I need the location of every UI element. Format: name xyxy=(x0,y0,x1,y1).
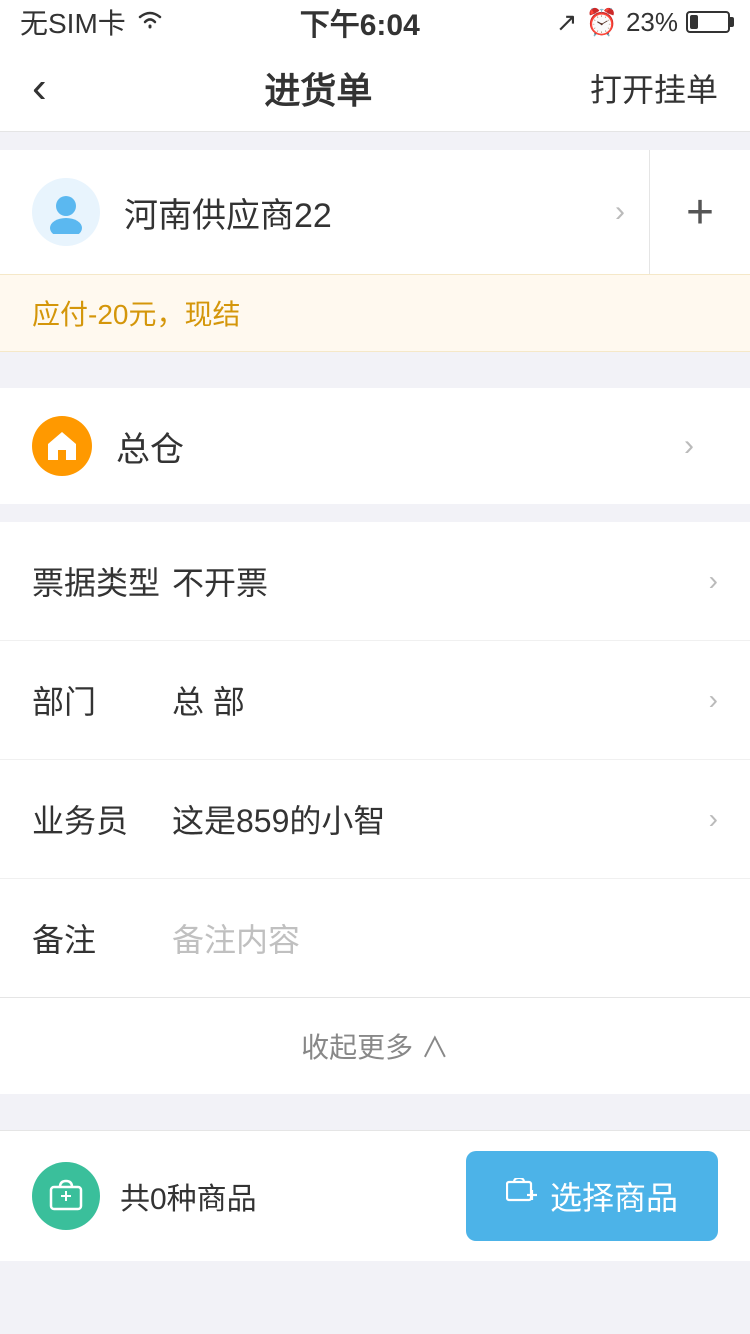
warehouse-name: 总仓 xyxy=(116,422,660,471)
page-title: 进货单 xyxy=(264,62,372,114)
add-supplier-button[interactable]: + xyxy=(650,150,750,274)
remark-label: 备注 xyxy=(32,915,172,961)
alarm-icon: ⏰ xyxy=(586,7,618,38)
invoice-type-row[interactable]: 票据类型 不开票 › xyxy=(0,522,750,641)
salesperson-label: 业务员 xyxy=(32,796,172,842)
status-bar: 无SIM卡 下午6:04 ↗ ⏰ 23% xyxy=(0,0,750,44)
salesperson-row[interactable]: 业务员 这是859的小智 › xyxy=(0,760,750,879)
battery-icon xyxy=(686,11,730,33)
form-section: 票据类型 不开票 › 部门 总 部 › 业务员 这是859的小智 › 备注 备注… xyxy=(0,522,750,997)
battery-percent: 23% xyxy=(626,7,678,38)
invoice-type-chevron-icon: › xyxy=(709,565,718,597)
wifi-icon xyxy=(136,6,164,38)
department-label: 部门 xyxy=(32,677,172,723)
location-icon: ↗ xyxy=(556,7,578,38)
supplier-name: 河南供应商22 xyxy=(124,188,591,237)
status-right: ↗ ⏰ 23% xyxy=(556,7,730,38)
status-left: 无SIM卡 xyxy=(20,2,164,42)
carrier-label: 无SIM卡 xyxy=(20,2,126,42)
bottom-bar: 共0种商品 选择商品 xyxy=(0,1130,750,1261)
supplier-chevron-icon: › xyxy=(591,195,649,229)
invoice-type-label: 票据类型 xyxy=(32,558,172,604)
back-button[interactable]: ‹ xyxy=(32,66,47,110)
department-row[interactable]: 部门 总 部 › xyxy=(0,641,750,760)
product-count-label: 共0种商品 xyxy=(120,1174,466,1218)
warehouse-chevron-icon: › xyxy=(660,429,718,463)
status-time: 下午6:04 xyxy=(300,0,420,44)
collapse-button[interactable]: 收起更多 ∧ xyxy=(0,997,750,1094)
supplier-selector[interactable]: 河南供应商22 › xyxy=(0,150,650,274)
salesperson-chevron-icon: › xyxy=(709,803,718,835)
remark-placeholder: 备注内容 xyxy=(172,915,718,961)
person-icon xyxy=(44,190,88,234)
warehouse-icon-wrap xyxy=(32,416,92,476)
warehouse-section[interactable]: 总仓 › xyxy=(0,388,750,504)
salesperson-value: 这是859的小智 xyxy=(172,796,697,842)
supplier-section: 河南供应商22 › + xyxy=(0,150,750,274)
notice-bar: 应付-20元，现结 xyxy=(0,274,750,352)
supplier-avatar xyxy=(32,178,100,246)
department-chevron-icon: › xyxy=(709,684,718,716)
department-value: 总 部 xyxy=(172,677,697,723)
select-product-button[interactable]: 选择商品 xyxy=(466,1151,718,1241)
cart-icon-wrap xyxy=(32,1162,100,1230)
remark-row[interactable]: 备注 备注内容 xyxy=(0,879,750,997)
divider-3 xyxy=(0,1094,750,1112)
invoice-type-value: 不开票 xyxy=(172,558,697,604)
open-pending-button[interactable]: 打开挂单 xyxy=(590,65,718,111)
collapse-label: 收起更多 ∧ xyxy=(301,1026,449,1066)
divider-2 xyxy=(0,352,750,370)
notice-text: 应付-20元，现结 xyxy=(32,299,240,330)
divider-1 xyxy=(0,132,750,150)
select-product-label: 选择商品 xyxy=(550,1173,678,1219)
home-icon xyxy=(44,428,80,464)
select-product-icon xyxy=(506,1178,538,1214)
nav-bar: ‹ 进货单 打开挂单 xyxy=(0,44,750,132)
cart-icon xyxy=(47,1177,85,1215)
